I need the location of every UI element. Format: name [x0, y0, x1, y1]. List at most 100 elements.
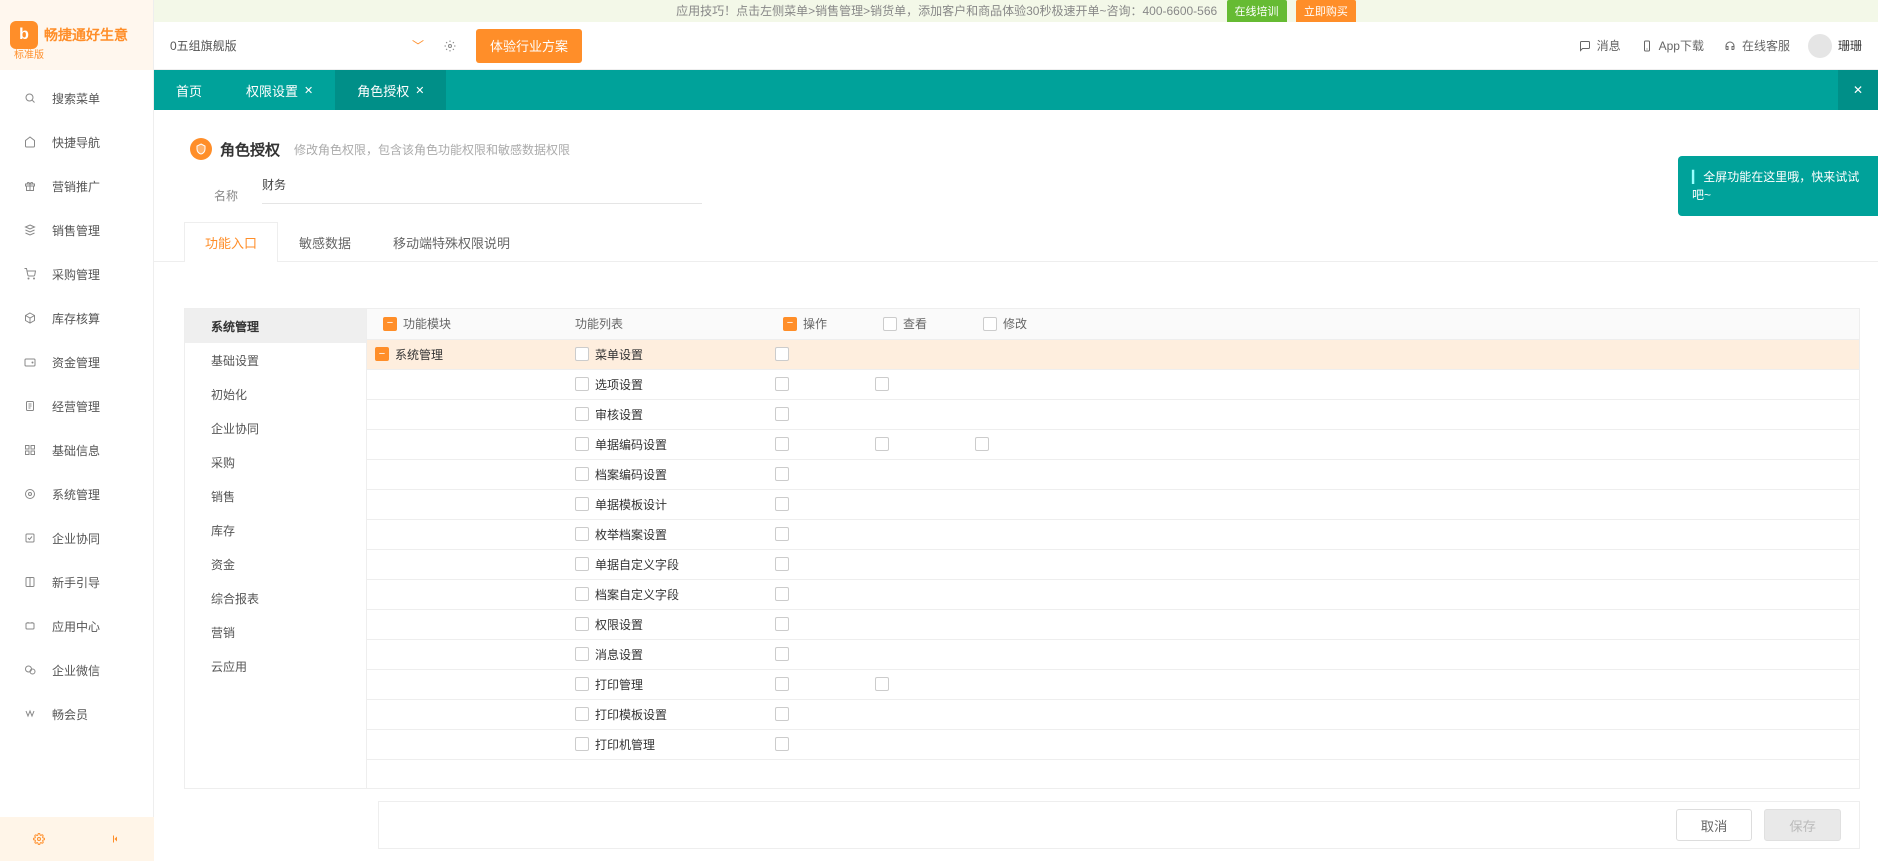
- nav-item-home[interactable]: 快捷导航: [0, 120, 153, 164]
- close-all-tabs[interactable]: ✕: [1838, 70, 1878, 110]
- nav-item-book[interactable]: 新手引导: [0, 560, 153, 604]
- op-checkbox[interactable]: [775, 497, 789, 511]
- tab-首页[interactable]: 首页: [154, 70, 224, 110]
- category-item[interactable]: 企业协同: [185, 411, 366, 445]
- promo-train-button[interactable]: 在线培训: [1227, 0, 1287, 24]
- inner-tab-敏感数据[interactable]: 敏感数据: [278, 222, 372, 262]
- list-checkbox[interactable]: [575, 437, 589, 451]
- logo[interactable]: b 畅捷通好生意 标准版: [0, 0, 153, 70]
- inner-tab-移动端特殊权限说明[interactable]: 移动端特殊权限说明: [372, 222, 531, 262]
- username[interactable]: 珊珊: [1838, 37, 1862, 54]
- nav-item-gear[interactable]: 系统管理: [0, 472, 153, 516]
- view-checkbox[interactable]: [875, 677, 889, 691]
- op-checkbox[interactable]: [775, 647, 789, 661]
- phone-icon: [1639, 38, 1655, 54]
- tab-label: 角色授权: [357, 81, 409, 100]
- list-checkbox[interactable]: [575, 527, 589, 541]
- op-checkbox[interactable]: [775, 557, 789, 571]
- category-item[interactable]: 营销: [185, 615, 366, 649]
- op-checkbox[interactable]: [775, 707, 789, 721]
- permission-row: 权限设置: [367, 609, 1859, 639]
- nav-item-wallet[interactable]: 资金管理: [0, 340, 153, 384]
- feature-name: 打印管理: [595, 676, 643, 693]
- settings-icon[interactable]: [27, 827, 51, 851]
- tab-权限设置[interactable]: 权限设置✕: [224, 70, 335, 110]
- checkbox-all-op[interactable]: −: [783, 317, 797, 331]
- category-item[interactable]: 销售: [185, 479, 366, 513]
- nav-item-doc[interactable]: 经营管理: [0, 384, 153, 428]
- promo-bar: 应用技巧！点击左侧菜单>销售管理>销货单，添加客户和商品体验30秒极速开单~咨询…: [154, 0, 1878, 22]
- fullscreen-hint[interactable]: 全屏功能在这里哦，快来试试吧~: [1678, 156, 1878, 216]
- category-item[interactable]: 采购: [185, 445, 366, 479]
- nav-item-team[interactable]: 企业协同: [0, 516, 153, 560]
- op-checkbox[interactable]: [775, 617, 789, 631]
- close-icon[interactable]: ✕: [304, 84, 313, 97]
- feature-name: 枚举档案设置: [595, 526, 667, 543]
- list-checkbox[interactable]: [575, 647, 589, 661]
- role-name-row: 名称 财务: [154, 176, 1878, 222]
- checkbox-all-view[interactable]: [883, 317, 897, 331]
- op-checkbox[interactable]: [775, 737, 789, 751]
- nav-item-app[interactable]: 应用中心: [0, 604, 153, 648]
- op-checkbox[interactable]: [775, 377, 789, 391]
- op-checkbox[interactable]: [775, 587, 789, 601]
- industry-plan-button[interactable]: 体验行业方案: [476, 29, 582, 63]
- nav-label: 新手引导: [52, 574, 100, 591]
- tab-角色授权[interactable]: 角色授权 ✕: [335, 70, 446, 110]
- module-checkbox[interactable]: −: [375, 347, 389, 361]
- category-item[interactable]: 库存: [185, 513, 366, 547]
- collapse-icon[interactable]: [104, 827, 128, 851]
- app-download-link[interactable]: App下载: [1639, 37, 1704, 54]
- list-checkbox[interactable]: [575, 377, 589, 391]
- avatar[interactable]: [1808, 34, 1832, 58]
- cancel-button[interactable]: 取消: [1676, 809, 1753, 841]
- category-item[interactable]: 基础设置: [185, 343, 366, 377]
- nav-item-tag[interactable]: 销售管理: [0, 208, 153, 252]
- list-checkbox[interactable]: [575, 737, 589, 751]
- op-checkbox[interactable]: [775, 437, 789, 451]
- nav-label: 系统管理: [52, 486, 100, 503]
- nav-item-search[interactable]: 搜索菜单: [0, 76, 153, 120]
- view-checkbox[interactable]: [875, 437, 889, 451]
- list-checkbox[interactable]: [575, 407, 589, 421]
- op-checkbox[interactable]: [775, 677, 789, 691]
- nav-item-cart[interactable]: 采购管理: [0, 252, 153, 296]
- category-item[interactable]: 系统管理: [185, 309, 366, 343]
- list-checkbox[interactable]: [575, 677, 589, 691]
- promo-buy-button[interactable]: 立即购买: [1296, 0, 1356, 24]
- list-checkbox[interactable]: [575, 347, 589, 361]
- nav-item-vip[interactable]: 畅会员: [0, 692, 153, 736]
- nav-item-box[interactable]: 库存核算: [0, 296, 153, 340]
- category-item[interactable]: 综合报表: [185, 581, 366, 615]
- list-checkbox[interactable]: [575, 467, 589, 481]
- edit-checkbox[interactable]: [975, 437, 989, 451]
- tenant-settings-icon[interactable]: [434, 30, 466, 62]
- close-icon[interactable]: ✕: [415, 84, 424, 97]
- nav-item-wechat[interactable]: 企业微信: [0, 648, 153, 692]
- messages-link[interactable]: 消息: [1577, 37, 1621, 54]
- op-checkbox[interactable]: [775, 527, 789, 541]
- support-link[interactable]: 在线客服: [1722, 37, 1790, 54]
- list-checkbox[interactable]: [575, 497, 589, 511]
- nav-item-grid[interactable]: 基础信息: [0, 428, 153, 472]
- nav-item-gift[interactable]: 营销推广: [0, 164, 153, 208]
- op-checkbox[interactable]: [775, 467, 789, 481]
- list-checkbox[interactable]: [575, 587, 589, 601]
- op-checkbox[interactable]: [775, 347, 789, 361]
- logo-edition: 标准版: [14, 46, 44, 61]
- op-checkbox[interactable]: [775, 407, 789, 421]
- footer-bar: 取消 保存: [378, 801, 1860, 849]
- list-checkbox[interactable]: [575, 617, 589, 631]
- gear-icon: [20, 484, 40, 504]
- view-checkbox[interactable]: [875, 377, 889, 391]
- checkbox-all-edit[interactable]: [983, 317, 997, 331]
- tenant-select[interactable]: 0五组旗舰版 ﹀: [170, 30, 424, 62]
- category-item[interactable]: 资金: [185, 547, 366, 581]
- list-checkbox[interactable]: [575, 557, 589, 571]
- book-icon: [20, 572, 40, 592]
- category-item[interactable]: 云应用: [185, 649, 366, 683]
- category-item[interactable]: 初始化: [185, 377, 366, 411]
- list-checkbox[interactable]: [575, 707, 589, 721]
- checkbox-all-module[interactable]: −: [383, 317, 397, 331]
- inner-tab-功能入口[interactable]: 功能入口: [184, 222, 278, 262]
